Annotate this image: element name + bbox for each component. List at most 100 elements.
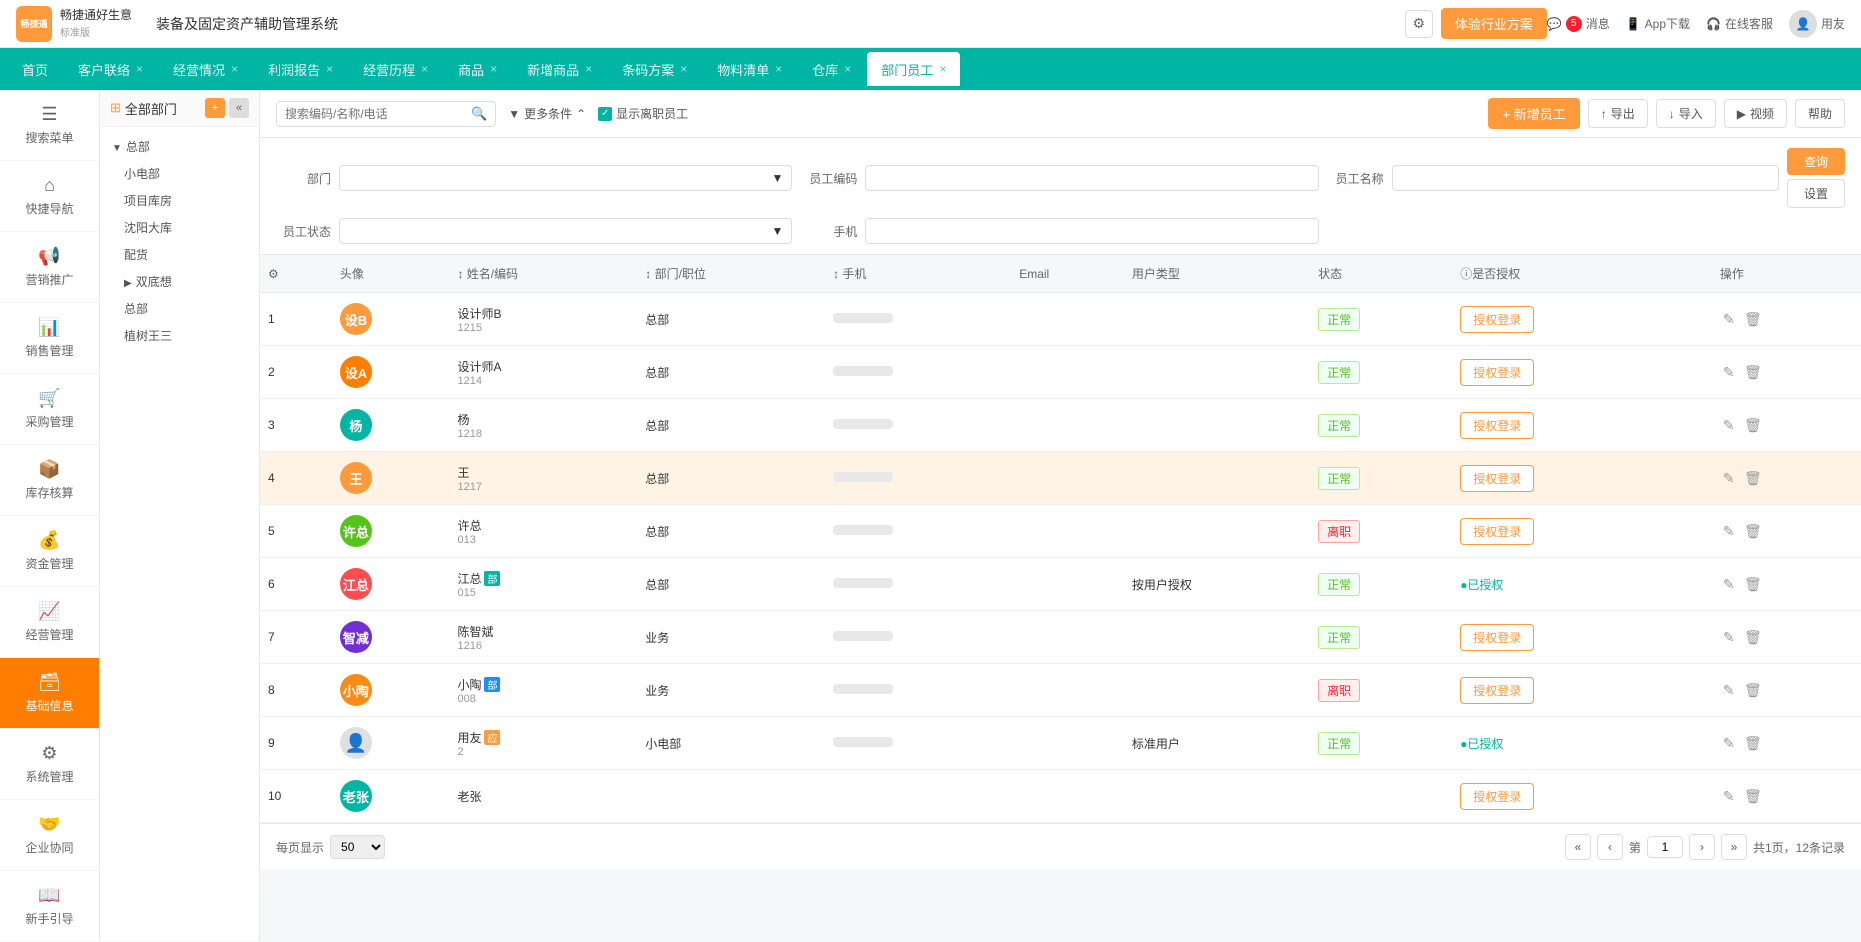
edit-button[interactable]: ✎	[1723, 788, 1735, 804]
auth-button[interactable]: 授权登录	[1460, 306, 1534, 333]
auth-button[interactable]: 授权登录	[1460, 783, 1534, 810]
prev-page-btn[interactable]: ‹	[1597, 834, 1623, 860]
nav-tab-新增商品[interactable]: 新增商品 ×	[513, 52, 606, 86]
col-name[interactable]: ↕ 姓名/编码	[449, 255, 637, 293]
nav-tab-经营情况[interactable]: 经营情况 ×	[159, 52, 252, 86]
left-nav-item-销售管理[interactable]: 📊销售管理	[0, 303, 99, 374]
dept-node-total[interactable]: ▼总部	[100, 133, 259, 160]
more-filter-btn[interactable]: ▼ 更多条件 ⌃	[508, 105, 586, 122]
emp-status-select[interactable]: ▼	[339, 218, 792, 244]
delete-button[interactable]: 🗑	[1744, 364, 1762, 380]
nav-tab-利润报告[interactable]: 利润报告 ×	[254, 52, 347, 86]
emp-name-input[interactable]	[1392, 165, 1779, 191]
help-button[interactable]: 帮助	[1795, 99, 1845, 128]
close-tab-icon[interactable]: ×	[680, 62, 687, 76]
auth-button[interactable]: 授权登录	[1460, 518, 1534, 545]
col-dept[interactable]: ↕ 部门/职位	[637, 255, 825, 293]
page-number-input[interactable]	[1647, 836, 1683, 858]
reset-button[interactable]: 设置	[1787, 179, 1845, 208]
delete-button[interactable]: 🗑	[1744, 735, 1762, 751]
nav-tab-客户联络[interactable]: 客户联络 ×	[64, 52, 157, 86]
col-phone[interactable]: ↕ 手机	[825, 255, 1011, 293]
message-button[interactable]: 💬 5 消息	[1547, 15, 1610, 32]
dept-collapse-btn[interactable]: «	[229, 98, 249, 118]
left-nav-item-基础信息[interactable]: 🗃基础信息	[0, 658, 99, 729]
edit-button[interactable]: ✎	[1723, 735, 1735, 751]
close-tab-icon[interactable]: ×	[136, 62, 143, 76]
close-tab-icon[interactable]: ×	[844, 62, 851, 76]
edit-button[interactable]: ✎	[1723, 417, 1735, 433]
auth-button[interactable]: 授权登录	[1460, 624, 1534, 651]
edit-button[interactable]: ✎	[1723, 364, 1735, 380]
phone-input[interactable]	[865, 218, 1318, 244]
last-page-btn[interactable]: »	[1721, 834, 1747, 860]
user-area[interactable]: 👤 用友	[1789, 10, 1845, 38]
app-download-button[interactable]: 📱 App下载	[1626, 15, 1690, 32]
left-nav-item-系统管理[interactable]: ⚙系统管理	[0, 729, 99, 800]
dept-node-xiangmuKufang[interactable]: 项目库房	[100, 187, 259, 214]
show-inactive-toggle[interactable]: ✓ 显示离职员工	[598, 105, 688, 122]
dept-node-zongbu[interactable]: 总部	[100, 295, 259, 322]
nav-tab-商品[interactable]: 商品 ×	[444, 52, 511, 86]
auth-button[interactable]: 授权登录	[1460, 412, 1534, 439]
close-tab-icon[interactable]: ×	[421, 62, 428, 76]
edit-button[interactable]: ✎	[1723, 629, 1735, 645]
delete-button[interactable]: 🗑	[1744, 470, 1762, 486]
import-button[interactable]: ↓ 导入	[1656, 99, 1716, 128]
close-tab-icon[interactable]: ×	[585, 62, 592, 76]
dept-node-shenyangDaku[interactable]: 沈阳大库	[100, 214, 259, 241]
export-button[interactable]: ↑ 导出	[1588, 99, 1648, 128]
left-nav-item-资金管理[interactable]: 💰资金管理	[0, 516, 99, 587]
nav-tab-条码方案[interactable]: 条码方案 ×	[608, 52, 701, 86]
trial-button[interactable]: 体验行业方案	[1441, 8, 1547, 39]
edit-button[interactable]: ✎	[1723, 576, 1735, 592]
left-nav-item-快捷导航[interactable]: ⌂快捷导航	[0, 161, 99, 232]
auth-button[interactable]: 授权登录	[1460, 359, 1534, 386]
edit-button[interactable]: ✎	[1723, 470, 1735, 486]
left-nav-item-营销推广[interactable]: 📢营销推广	[0, 232, 99, 303]
left-nav-item-搜索菜单[interactable]: ☰搜索菜单	[0, 90, 99, 161]
delete-button[interactable]: 🗑	[1744, 682, 1762, 698]
dept-select[interactable]: ▼	[339, 165, 792, 191]
dept-node-shuangdixiang[interactable]: ▶双底想	[100, 268, 259, 295]
edit-button[interactable]: ✎	[1723, 311, 1735, 327]
dept-add-btn[interactable]: +	[205, 98, 225, 118]
per-page-select[interactable]: 50 100 200	[330, 835, 385, 859]
add-employee-button[interactable]: + 新增员工	[1488, 98, 1579, 129]
view-button[interactable]: ▶ 视频	[1724, 99, 1787, 128]
nav-tab-仓库[interactable]: 仓库 ×	[798, 52, 865, 86]
next-page-btn[interactable]: ›	[1689, 834, 1715, 860]
first-page-btn[interactable]: «	[1565, 834, 1591, 860]
delete-button[interactable]: 🗑	[1744, 523, 1762, 539]
nav-tab-首页[interactable]: 首页	[8, 52, 62, 86]
close-tab-icon[interactable]: ×	[231, 62, 238, 76]
left-nav-item-企业协同[interactable]: 🤝企业协同	[0, 800, 99, 871]
delete-button[interactable]: 🗑	[1744, 629, 1762, 645]
nav-tab-部门员工[interactable]: 部门员工 ×	[867, 52, 960, 86]
close-tab-icon[interactable]: ×	[775, 62, 782, 76]
delete-button[interactable]: 🗑	[1744, 417, 1762, 433]
edit-button[interactable]: ✎	[1723, 523, 1735, 539]
delete-button[interactable]: 🗑	[1744, 788, 1762, 804]
dept-node-xiaodibu[interactable]: 小电部	[100, 160, 259, 187]
left-nav-item-新手引导[interactable]: 📖新手引导	[0, 871, 99, 942]
col-settings[interactable]: ⚙	[260, 255, 332, 293]
close-tab-icon[interactable]: ×	[939, 62, 946, 76]
left-nav-item-采购管理[interactable]: 🛒采购管理	[0, 374, 99, 445]
online-service-button[interactable]: 🎧 在线客服	[1706, 15, 1773, 32]
nav-tab-物料清单[interactable]: 物料清单 ×	[703, 52, 796, 86]
query-button[interactable]: 查询	[1787, 148, 1845, 175]
auth-button[interactable]: 授权登录	[1460, 465, 1534, 492]
nav-tab-经营历程[interactable]: 经营历程 ×	[349, 52, 442, 86]
edit-button[interactable]: ✎	[1723, 682, 1735, 698]
close-tab-icon[interactable]: ×	[490, 62, 497, 76]
emp-code-input[interactable]	[865, 165, 1318, 191]
delete-button[interactable]: 🗑	[1744, 576, 1762, 592]
dept-node-zhishuWangsan[interactable]: 植树王三	[100, 322, 259, 349]
dept-node-peihuo[interactable]: 配货	[100, 241, 259, 268]
gear-button[interactable]: ⚙	[1405, 10, 1433, 38]
close-tab-icon[interactable]: ×	[326, 62, 333, 76]
delete-button[interactable]: 🗑	[1744, 311, 1762, 327]
left-nav-item-经营管理[interactable]: 📈经营管理	[0, 587, 99, 658]
left-nav-item-库存核算[interactable]: 📦库存核算	[0, 445, 99, 516]
